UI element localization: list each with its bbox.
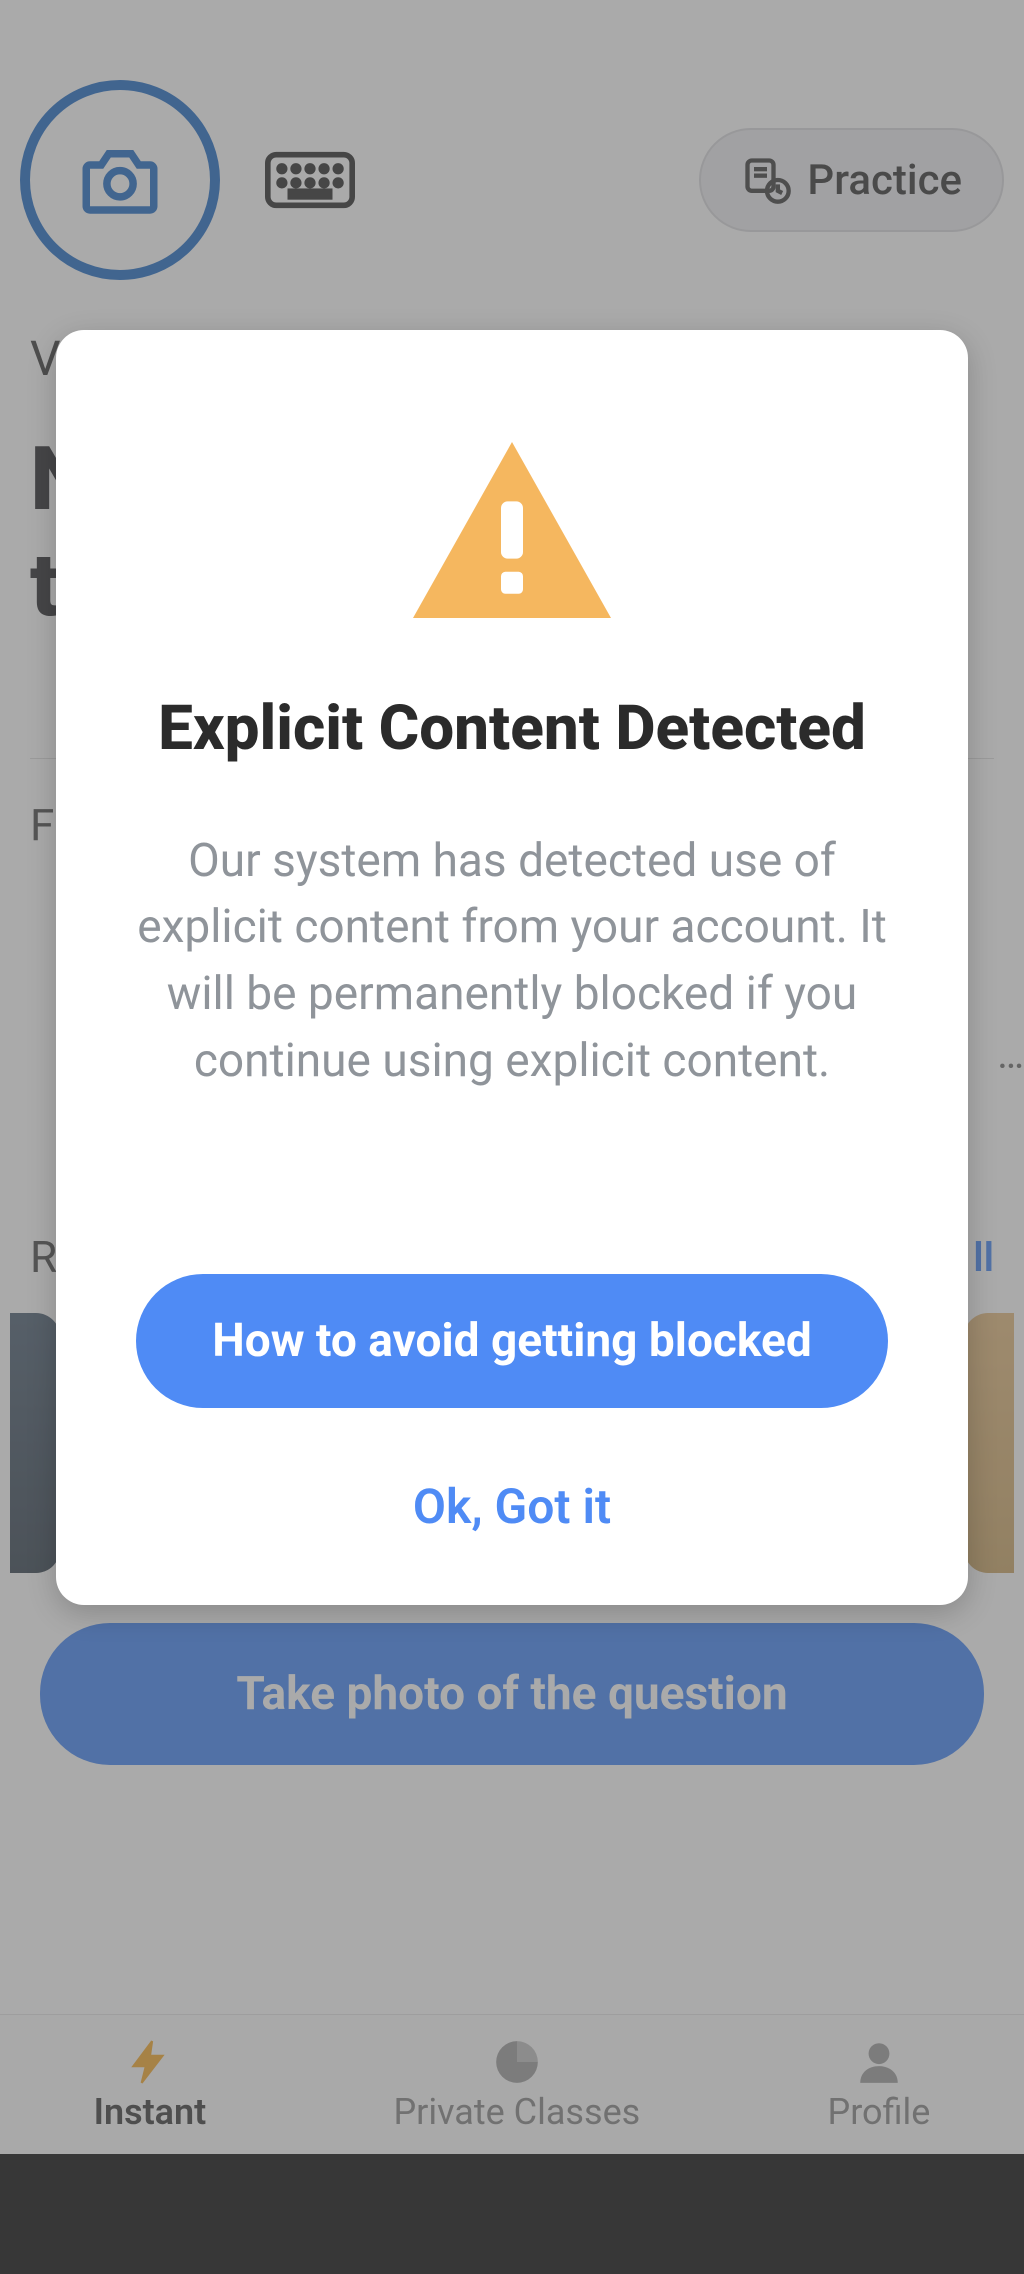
warning-icon xyxy=(116,430,908,630)
explicit-content-modal: Explicit Content Detected Our system has… xyxy=(56,330,968,1605)
modal-title: Explicit Content Detected xyxy=(116,690,908,768)
modal-body: Our system has detected use of explicit … xyxy=(116,828,908,1095)
modal-secondary-button[interactable]: Ok, Got it xyxy=(116,1458,908,1545)
modal-primary-button[interactable]: How to avoid getting blocked xyxy=(136,1274,888,1408)
